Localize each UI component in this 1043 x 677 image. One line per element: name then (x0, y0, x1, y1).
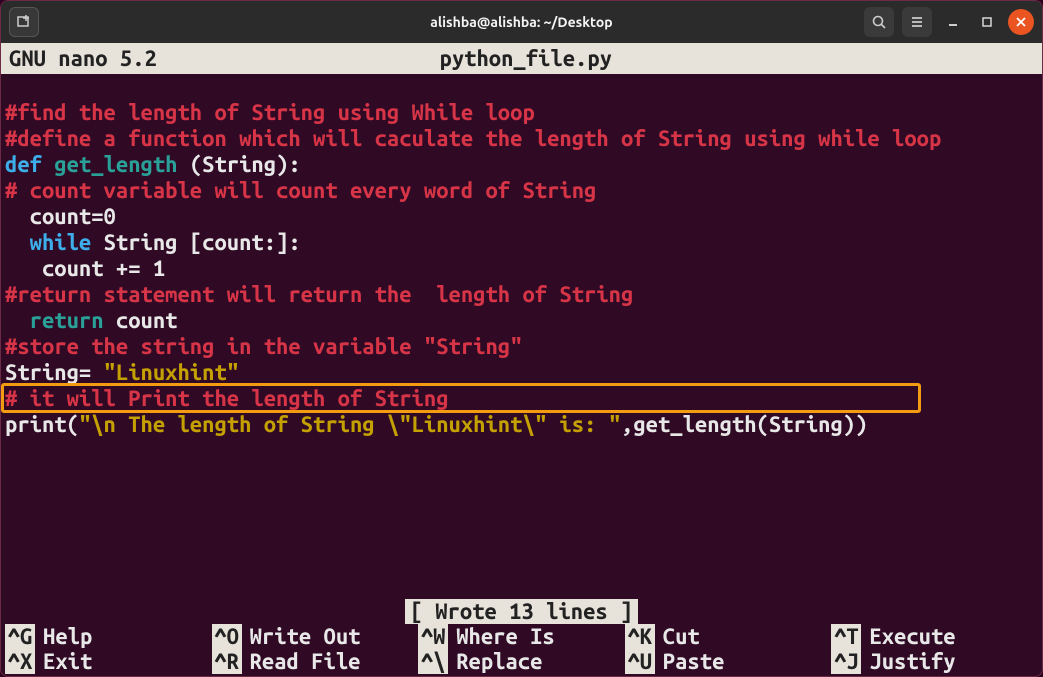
shortcut-label: Cut (663, 624, 700, 649)
shortcut-key: ^T (831, 624, 861, 649)
shortcut-key: ^J (831, 649, 861, 674)
shortcut-key: ^W (418, 624, 448, 649)
shortcut-label: Where Is (456, 624, 555, 649)
nano-file-label: python_file.py (440, 46, 612, 71)
shortcut-paste: ^U Paste (625, 649, 832, 674)
shortcut-read-file: ^R Read File (212, 649, 419, 674)
shortcut-key: ^U (625, 649, 655, 674)
new-tab-icon (16, 14, 32, 30)
shortcut-key: ^X (5, 649, 35, 674)
code-line: # it will Print the length of String (5, 386, 449, 411)
menu-button[interactable] (902, 7, 932, 37)
shortcut-replace: ^\ Replace (418, 649, 625, 674)
minimize-button[interactable] (940, 9, 966, 35)
shortcut-key: ^K (625, 624, 655, 649)
shortcut-exit: ^X Exit (5, 649, 212, 674)
code-line: #find the length of String using While l… (5, 100, 535, 125)
shortcut-key: ^\ (418, 649, 448, 674)
minimize-icon (947, 16, 959, 28)
code-line: #define a function which will caculate t… (5, 126, 941, 151)
titlebar-right (864, 7, 1034, 37)
keyword-def: def (5, 152, 42, 177)
shortcut-bar: ^G Help ^O Write Out ^W Where Is ^K Cut ^T Ex… (1, 624, 1042, 676)
code-text: String= (5, 360, 104, 385)
code-text: ,get_length(String)) (621, 412, 867, 437)
code-text: count (104, 308, 178, 333)
terminal-window: alishba@alishba: ~/Desktop (0, 0, 1043, 677)
search-icon (871, 14, 887, 30)
shortcut-label: Paste (663, 649, 725, 674)
string-literal: "Linuxhint" (104, 360, 240, 385)
hamburger-icon (909, 14, 925, 30)
code-text: String [count:]: (91, 230, 300, 255)
shortcut-help: ^G Help (5, 624, 212, 649)
maximize-icon (981, 16, 993, 28)
search-button[interactable] (864, 7, 894, 37)
shortcut-label: Replace (456, 649, 542, 674)
shortcut-justify: ^J Justify (831, 649, 1038, 674)
shortcut-label: Execute (869, 624, 955, 649)
nano-app-label: GNU nano 5.2 (9, 46, 440, 71)
shortcut-key: ^O (212, 624, 242, 649)
nano-header: GNU nano 5.2 python_file.py (1, 43, 1042, 74)
shortcut-cut: ^K Cut (625, 624, 832, 649)
maximize-button[interactable] (974, 9, 1000, 35)
code-line: count=0 (5, 204, 116, 229)
status-bar: [ Wrote 13 lines ] (1, 599, 1042, 624)
new-tab-button[interactable] (9, 7, 39, 37)
shortcut-label: Help (43, 624, 92, 649)
function-name: get_length (42, 152, 178, 177)
shortcut-label: Write Out (250, 624, 361, 649)
shortcut-where-is: ^W Where Is (418, 624, 625, 649)
shortcut-label: Justify (869, 649, 955, 674)
code-line: #store the string in the variable "Strin… (5, 334, 522, 359)
code-text: (String): (178, 152, 301, 177)
shortcut-key: ^G (5, 624, 35, 649)
shortcut-label: Read File (250, 649, 361, 674)
code-line: count += 1 (5, 256, 165, 281)
keyword-while: while (5, 230, 91, 255)
close-icon (1015, 16, 1027, 28)
code-line: # count variable will count every word o… (5, 178, 596, 203)
window-titlebar: alishba@alishba: ~/Desktop (1, 1, 1042, 43)
shortcut-execute: ^T Execute (831, 624, 1038, 649)
shortcut-label: Exit (43, 649, 92, 674)
code-text: print( (5, 412, 79, 437)
shortcut-write-out: ^O Write Out (212, 624, 419, 649)
keyword-return: return (5, 308, 104, 333)
string-literal: "\n The length of String \"Linuxhint\" i… (79, 412, 621, 437)
editor-area[interactable]: #find the length of String using While l… (1, 74, 1042, 599)
status-text: [ Wrote 13 lines ] (405, 599, 639, 624)
shortcut-key: ^R (212, 649, 242, 674)
close-button[interactable] (1008, 9, 1034, 35)
code-line: #return statement will return the length… (5, 282, 633, 307)
